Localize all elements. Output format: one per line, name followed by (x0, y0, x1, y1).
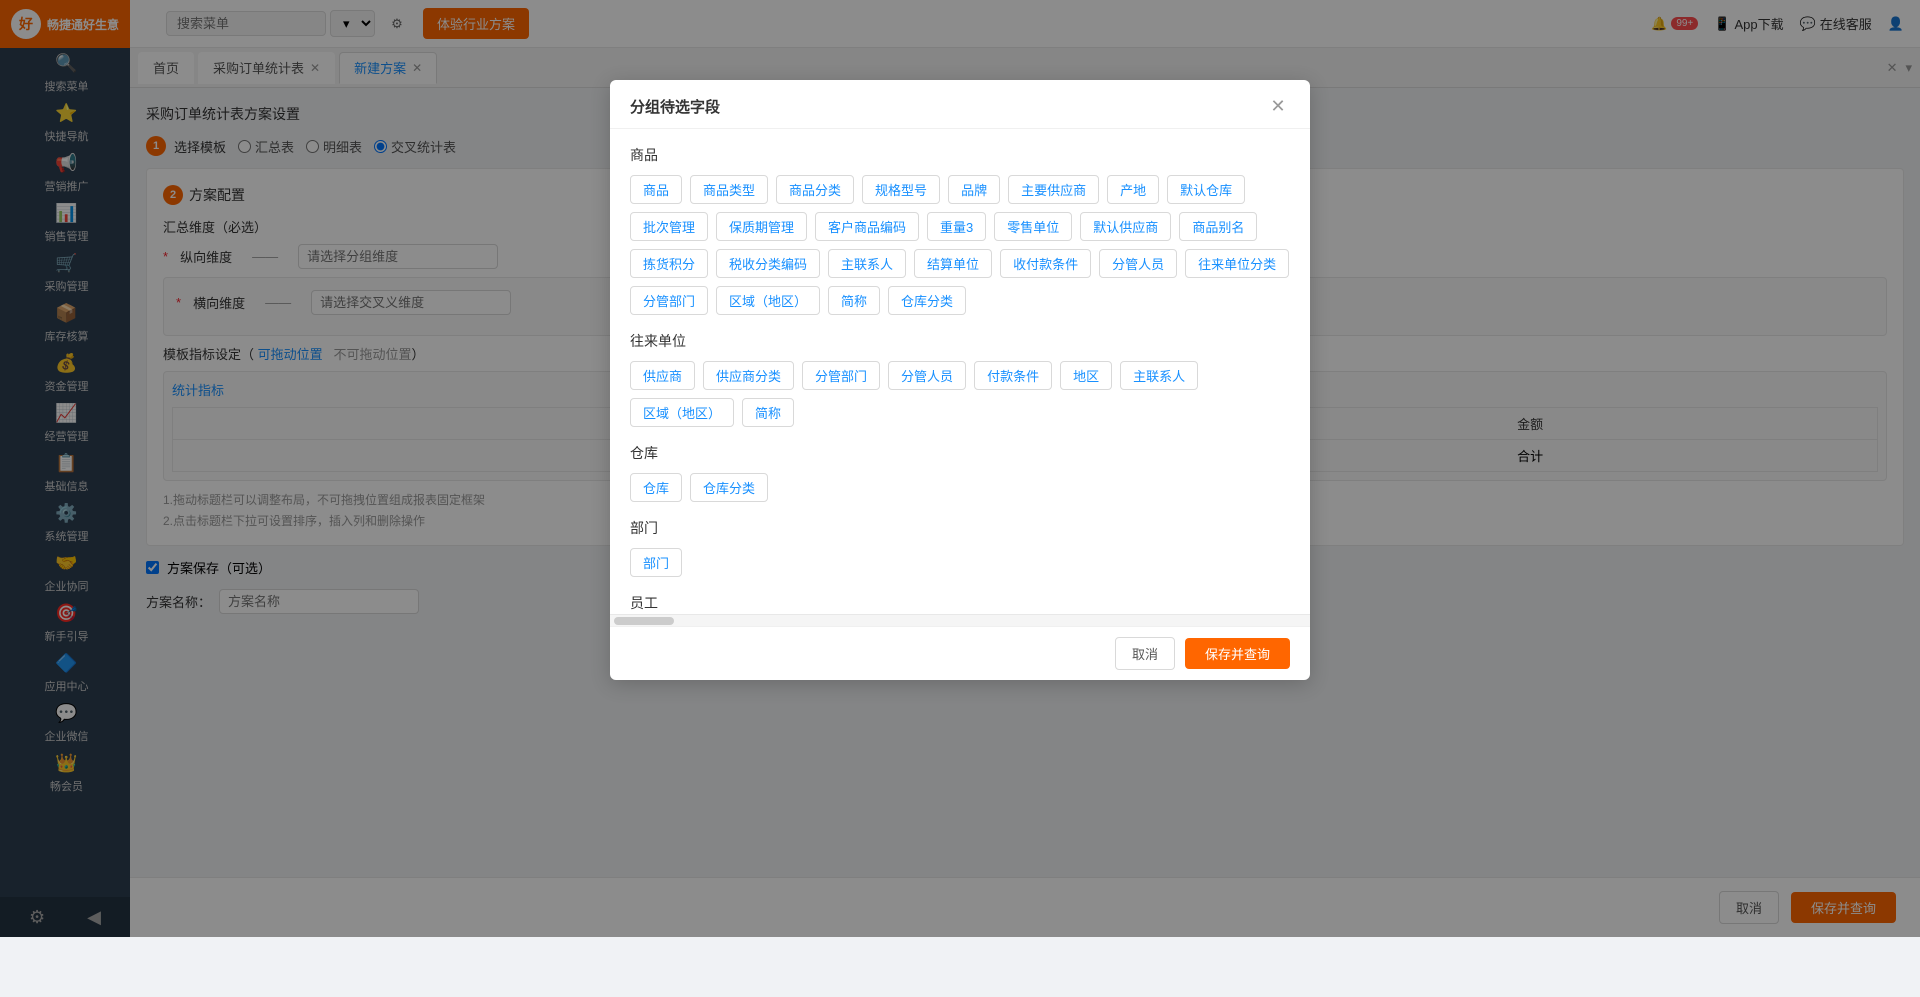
field-tag-零售单位[interactable]: 零售单位 (994, 212, 1072, 241)
field-tag-付款条件[interactable]: 付款条件 (974, 361, 1052, 390)
field-section-title-员工: 员工 (630, 593, 1290, 613)
field-tag-默认仓库[interactable]: 默认仓库 (1167, 175, 1245, 204)
field-tag-仓库[interactable]: 仓库 (630, 473, 682, 502)
field-tag-税收分类编码[interactable]: 税收分类编码 (716, 249, 820, 278)
field-tags-部门: 部门 (630, 548, 1290, 577)
field-tags-商品: 商品商品类型商品分类规格型号品牌主要供应商产地默认仓库批次管理保质期管理客户商品… (630, 175, 1290, 315)
modal-cancel-button[interactable]: 取消 (1115, 637, 1175, 670)
field-section-员工: 员工业务员 (630, 593, 1290, 614)
field-tag-产地[interactable]: 产地 (1107, 175, 1159, 204)
field-tag-批次管理[interactable]: 批次管理 (630, 212, 708, 241)
modal-close-icon[interactable]: ✕ (1266, 94, 1290, 118)
modal-hscroll[interactable] (610, 614, 1310, 626)
field-section-title-部门: 部门 (630, 518, 1290, 538)
modal-footer: 取消 保存并查询 (610, 626, 1310, 680)
field-tag-商品别名[interactable]: 商品别名 (1179, 212, 1257, 241)
field-tag-客户商品编码[interactable]: 客户商品编码 (815, 212, 919, 241)
field-tag-收付款条件[interactable]: 收付款条件 (1000, 249, 1091, 278)
field-tag-保质期管理[interactable]: 保质期管理 (716, 212, 807, 241)
modal-title: 分组待选字段 (630, 96, 720, 117)
field-select-modal: 分组待选字段 ✕ 商品商品商品类型商品分类规格型号品牌主要供应商产地默认仓库批次… (610, 80, 1310, 680)
field-section-title-往来单位: 往来单位 (630, 331, 1290, 351)
field-tag-主联系人[interactable]: 主联系人 (828, 249, 906, 278)
field-tag-品牌[interactable]: 品牌 (948, 175, 1000, 204)
field-tag-分管人员[interactable]: 分管人员 (888, 361, 966, 390)
field-section-往来单位: 往来单位供应商供应商分类分管部门分管人员付款条件地区主联系人区域（地区） 简称 (630, 331, 1290, 427)
field-section-title-商品: 商品 (630, 145, 1290, 165)
field-section-仓库: 仓库仓库仓库分类 (630, 443, 1290, 502)
field-tag-主联系人[interactable]: 主联系人 (1120, 361, 1198, 390)
field-tag-商品分类[interactable]: 商品分类 (776, 175, 854, 204)
field-section-部门: 部门部门 (630, 518, 1290, 577)
field-tag-供应商[interactable]: 供应商 (630, 361, 695, 390)
field-tags-仓库: 仓库仓库分类 (630, 473, 1290, 502)
field-tag-区域（地区）[interactable]: 区域（地区） (630, 398, 734, 427)
field-tag-区域（地区）[interactable]: 区域（地区） (716, 286, 820, 315)
modal-header: 分组待选字段 ✕ (610, 80, 1310, 129)
field-tag-默认供应商[interactable]: 默认供应商 (1080, 212, 1171, 241)
field-tag-部门[interactable]: 部门 (630, 548, 682, 577)
modal-body: 商品商品商品类型商品分类规格型号品牌主要供应商产地默认仓库批次管理保质期管理客户… (610, 129, 1310, 614)
field-section-title-仓库: 仓库 (630, 443, 1290, 463)
field-tag-分管部门[interactable]: 分管部门 (630, 286, 708, 315)
field-tag-简称[interactable]: 简称 (742, 398, 794, 427)
field-tag-地区[interactable]: 地区 (1060, 361, 1112, 390)
field-tag-仓库分类[interactable]: 仓库分类 (690, 473, 768, 502)
field-tag-供应商分类[interactable]: 供应商分类 (703, 361, 794, 390)
field-tag-主要供应商[interactable]: 主要供应商 (1008, 175, 1099, 204)
field-tag-仓库分类[interactable]: 仓库分类 (888, 286, 966, 315)
modal-save-button[interactable]: 保存并查询 (1185, 638, 1290, 669)
field-tag-规格型号[interactable]: 规格型号 (862, 175, 940, 204)
field-tag-商品[interactable]: 商品 (630, 175, 682, 204)
field-tag-结算单位[interactable]: 结算单位 (914, 249, 992, 278)
field-tag-往来单位分类[interactable]: 往来单位分类 (1185, 249, 1289, 278)
field-tag-重量3[interactable]: 重量3 (927, 212, 986, 241)
field-tag-分管人员[interactable]: 分管人员 (1099, 249, 1177, 278)
field-tag-简称[interactable]: 简称 (828, 286, 880, 315)
field-section-商品: 商品商品商品类型商品分类规格型号品牌主要供应商产地默认仓库批次管理保质期管理客户… (630, 145, 1290, 315)
field-tag-分管部门[interactable]: 分管部门 (802, 361, 880, 390)
field-tag-拣货积分[interactable]: 拣货积分 (630, 249, 708, 278)
field-tag-商品类型[interactable]: 商品类型 (690, 175, 768, 204)
field-tags-往来单位: 供应商供应商分类分管部门分管人员付款条件地区主联系人区域（地区） 简称 (630, 361, 1290, 427)
hscroll-thumb[interactable] (614, 617, 674, 625)
